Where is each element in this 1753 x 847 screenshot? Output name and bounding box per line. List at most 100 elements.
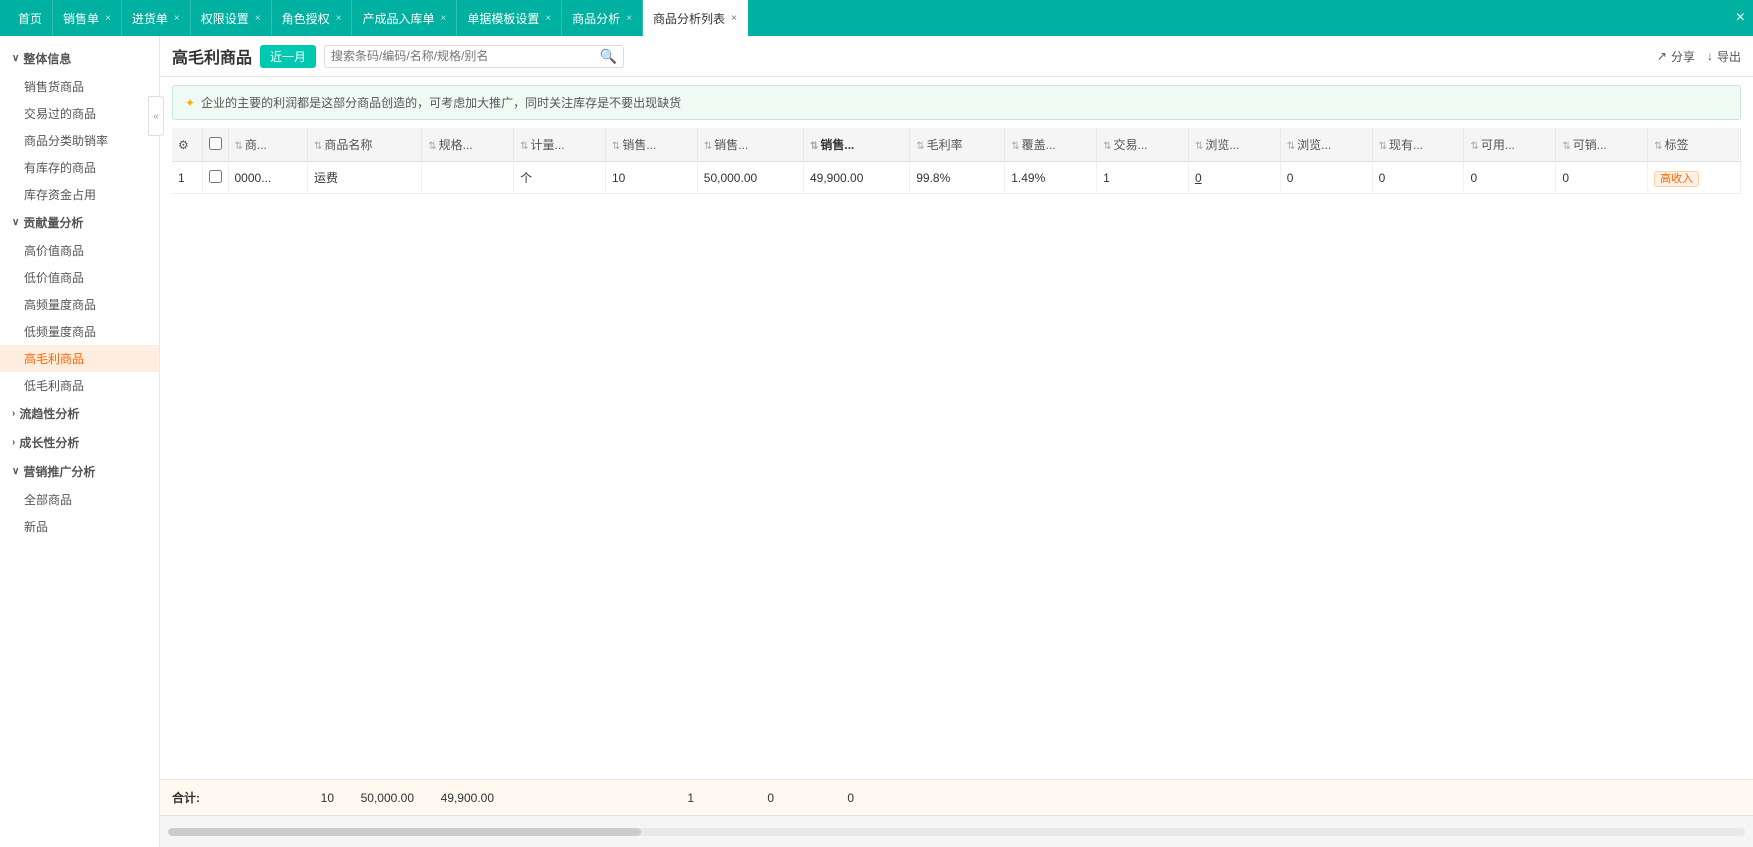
sort-icon: ⇅ <box>1654 141 1662 152</box>
export-button[interactable]: ↓ 导出 <box>1707 48 1741 65</box>
cell-unit: 个 <box>514 162 606 194</box>
bottom-scrollbar-bar <box>160 815 1753 847</box>
close-all-tabs[interactable]: × <box>1736 9 1745 27</box>
footer-trade: 1 <box>500 791 700 805</box>
sidebar-item-high-freq[interactable]: 高频量度商品 <box>0 291 159 318</box>
sidebar-section-overall[interactable]: ∨ 整体信息 <box>0 44 159 73</box>
col-gross-margin[interactable]: ⇅毛利率 <box>910 128 1005 162</box>
cell-available: 0 <box>1464 162 1556 194</box>
sort-icon: ⇅ <box>704 141 712 152</box>
close-template-tab[interactable]: × <box>545 13 551 24</box>
col-sales-profit[interactable]: ⇅销售... <box>804 128 910 162</box>
close-analysis-list-tab[interactable]: × <box>731 13 737 24</box>
col-code[interactable]: ⇅商... <box>228 128 308 162</box>
col-available[interactable]: ⇅可用... <box>1464 128 1556 162</box>
nav-tab-products-in[interactable]: 产成品入库单 × <box>352 0 457 36</box>
filter-recent-month-button[interactable]: 近一月 <box>260 45 316 68</box>
footer-values: 10 50,000.00 49,900.00 1 0 0 <box>220 791 860 805</box>
cell-sales-amount: 50,000.00 <box>697 162 803 194</box>
select-all-checkbox[interactable] <box>209 137 222 150</box>
col-sales-qty[interactable]: ⇅销售... <box>605 128 697 162</box>
col-current[interactable]: ⇅现有... <box>1372 128 1464 162</box>
sort-icon: ⇅ <box>235 141 243 152</box>
sidebar-section-marketing[interactable]: ∨ 营销推广分析 <box>0 457 159 486</box>
footer-sales-amount: 50,000.00 <box>340 791 420 805</box>
sidebar: ∨ 整体信息 销售货商品 交易过的商品 商品分类助销率 有库存的商品 库存资金占… <box>0 36 160 847</box>
sidebar-section-growth[interactable]: › 成长性分析 <box>0 428 159 457</box>
search-icon: 🔍 <box>600 48 617 65</box>
arrow-icon: ∨ <box>12 53 19 64</box>
nav-tab-permissions[interactable]: 权限设置 × <box>191 0 272 36</box>
nav-tab-home[interactable]: 首页 <box>8 0 53 36</box>
close-permissions-tab[interactable]: × <box>255 13 261 24</box>
arrow-icon-wealth: ∨ <box>12 217 19 228</box>
sidebar-item-analysis-assist[interactable]: 商品分类助销率 <box>0 127 159 154</box>
col-trade[interactable]: ⇅交易... <box>1097 128 1189 162</box>
cell-tag: 高收入 <box>1648 162 1741 194</box>
data-table: ⚙ ⇅商... ⇅商品名称 ⇅规格... ⇅计量... ⇅销售... ⇅销售..… <box>172 128 1741 194</box>
info-text: 企业的主要的利润都是这部分商品创造的，可考虑加大推广，同时关注库存是不要出现缺货 <box>201 94 681 111</box>
cell-saleable: 0 <box>1556 162 1648 194</box>
sidebar-section-wealth[interactable]: ∨ 贡献量分析 <box>0 208 159 237</box>
sidebar-item-stock-occupy[interactable]: 库存资金占用 <box>0 181 159 208</box>
sort-icon: ⇅ <box>916 141 924 152</box>
page-title: 高毛利商品 <box>172 44 252 68</box>
nav-tab-analysis-list[interactable]: 商品分析列表 × <box>643 0 748 36</box>
close-roles-tab[interactable]: × <box>336 13 342 24</box>
row-checkbox[interactable] <box>209 170 222 183</box>
arrow-icon-growth: › <box>12 437 15 448</box>
cell-gross-margin: 99.8% <box>910 162 1005 194</box>
share-button[interactable]: ↗ 分享 <box>1657 48 1695 65</box>
high-income-tag: 高收入 <box>1654 171 1699 187</box>
footer-label: 合计: <box>172 789 200 806</box>
sidebar-item-in-stock[interactable]: 有库存的商品 <box>0 154 159 181</box>
data-table-container: ⚙ ⇅商... ⇅商品名称 ⇅规格... ⇅计量... ⇅销售... ⇅销售..… <box>172 128 1741 779</box>
cell-checkbox[interactable] <box>202 162 228 194</box>
col-saleable[interactable]: ⇅可销... <box>1556 128 1648 162</box>
footer-available: 0 <box>700 791 780 805</box>
col-spec[interactable]: ⇅规格... <box>422 128 514 162</box>
col-checkbox <box>202 128 228 162</box>
table-row: 1 0000... 运费 个 10 50,000.00 49,900.00 99… <box>172 162 1741 194</box>
sidebar-item-high-value[interactable]: 高价值商品 <box>0 237 159 264</box>
footer-sales-qty: 10 <box>220 791 340 805</box>
sort-icon: ⇅ <box>314 141 322 152</box>
sidebar-item-low-value[interactable]: 低价值商品 <box>0 264 159 291</box>
col-settings[interactable]: ⚙ <box>172 128 202 162</box>
sidebar-item-high-profit[interactable]: 高毛利商品 <box>0 345 159 372</box>
sidebar-item-traded[interactable]: 交易过的商品 <box>0 100 159 127</box>
sort-icon: ⇅ <box>1195 141 1203 152</box>
nav-tab-roles[interactable]: 角色授权 × <box>272 0 353 36</box>
close-purchase-tab[interactable]: × <box>174 13 180 24</box>
cell-sales-profit: 49,900.00 <box>804 162 910 194</box>
sidebar-collapse-button[interactable]: « <box>148 96 164 136</box>
sidebar-item-low-profit[interactable]: 低毛利商品 <box>0 372 159 399</box>
col-coverage[interactable]: ⇅覆盖... <box>1005 128 1097 162</box>
sidebar-item-new-goods[interactable]: 新品 <box>0 513 159 540</box>
nav-tab-sales[interactable]: 销售单 × <box>53 0 122 36</box>
close-products-in-tab[interactable]: × <box>440 13 446 24</box>
nav-tab-template[interactable]: 单据模板设置 × <box>457 0 562 36</box>
col-sales-amount[interactable]: ⇅销售... <box>697 128 803 162</box>
table-header-row: ⚙ ⇅商... ⇅商品名称 ⇅规格... ⇅计量... ⇅销售... ⇅销售..… <box>172 128 1741 162</box>
sort-icon: ⇅ <box>1379 141 1387 152</box>
sidebar-section-trend[interactable]: › 流趋性分析 <box>0 399 159 428</box>
cell-browse1[interactable]: 0 <box>1188 162 1280 194</box>
sort-icon: ⇅ <box>612 141 620 152</box>
col-unit[interactable]: ⇅计量... <box>514 128 606 162</box>
close-analysis-tab[interactable]: × <box>626 13 632 24</box>
col-browse1[interactable]: ⇅浏览... <box>1188 128 1280 162</box>
sidebar-item-low-freq[interactable]: 低频量度商品 <box>0 318 159 345</box>
search-input[interactable] <box>331 49 600 63</box>
sidebar-item-sales-goods[interactable]: 销售货商品 <box>0 73 159 100</box>
header-actions: ↗ 分享 ↓ 导出 <box>1657 48 1741 65</box>
sidebar-item-all-goods[interactable]: 全部商品 <box>0 486 159 513</box>
col-browse2[interactable]: ⇅浏览... <box>1280 128 1372 162</box>
col-tag[interactable]: ⇅标签 <box>1648 128 1741 162</box>
nav-tab-analysis[interactable]: 商品分析 × <box>562 0 643 36</box>
cell-coverage: 1.49% <box>1005 162 1097 194</box>
browse1-link[interactable]: 0 <box>1195 171 1202 185</box>
close-sales-tab[interactable]: × <box>105 13 111 24</box>
col-name[interactable]: ⇅商品名称 <box>308 128 422 162</box>
nav-tab-purchase[interactable]: 进货单 × <box>122 0 191 36</box>
